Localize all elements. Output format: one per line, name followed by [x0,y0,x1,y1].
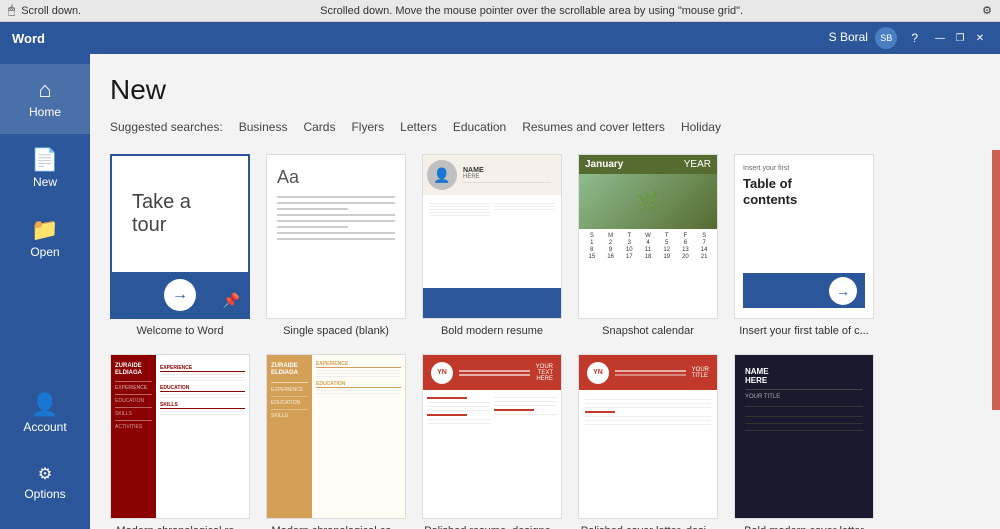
template-label-bold-resume: Bold modern resume [441,324,543,338]
template-card-mcr2[interactable]: ZURAIDEELDIAGA EXPERIENCE EDUCATION SKIL… [266,354,406,529]
scroll-indicator [992,150,1000,410]
filter-tab-flyers[interactable]: Flyers [351,120,384,138]
template-card-polished-resume[interactable]: YN YOURTEXTHERE [422,354,562,529]
template-label-calendar: Snapshot calendar [602,324,694,338]
sidebar: ⌂ Home 📄 New 📁 Open 👤 Account ⚙ Options [0,54,90,529]
cal-image: 🌿 [579,174,717,229]
template-card-bold-resume[interactable]: 👤 NAME HERE [422,154,562,338]
template-label-bold-cover: Bold modern cover letter [744,524,864,529]
template-card-calendar[interactable]: January YEAR 🌿 SMTWTFS 1234567 891011121… [578,154,718,338]
template-card-bold-cover[interactable]: NAME HERE YOUR TITLE Bold modern cover l… [734,354,874,529]
cal-header: January YEAR [579,155,717,174]
filter-tab-suggested[interactable]: Suggested searches: [110,120,223,138]
window-controls: — ❐ ✕ [932,30,988,46]
blank-line-short [277,226,348,228]
template-thumb-bold-resume: 👤 NAME HERE [422,154,562,319]
title-bar-right: S Boral SB ? — ❐ ✕ [829,27,988,49]
template-thumb-polished-cover: YN YOURTITLE [578,354,718,519]
sidebar-item-home[interactable]: ⌂ Home [0,64,90,134]
filter-tab-letters[interactable]: Letters [400,120,437,138]
new-doc-icon: 📄 [31,149,58,171]
templates-grid: Take a tour → 📌 Welcome to Word Aa [110,154,980,529]
template-thumb-toc: Insert your first Table ofcontents → [734,154,874,319]
toc-title: Table ofcontents [743,176,865,207]
app-hint-text: Scroll down. [21,5,81,17]
template-card-tour[interactable]: Take a tour → 📌 Welcome to Word [110,154,250,338]
template-label-polished-cover: Polished cover letter, desi... [581,524,716,529]
filter-tab-business[interactable]: Business [239,120,288,138]
top-controls: ⚙ [982,4,992,17]
toc-bottom: → [743,273,865,308]
filter-tabs: Suggested searches: Business Cards Flyer… [110,120,980,138]
close-button[interactable]: ✕ [972,30,988,46]
content-area[interactable]: New Suggested searches: Business Cards F… [90,54,1000,529]
blank-line [277,232,395,234]
tour-arrow-icon: → [164,279,196,311]
toc-hint-text: Insert your first [743,165,865,172]
user-info: S Boral SB [829,27,898,49]
template-card-toc[interactable]: Insert your first Table ofcontents → Ins… [734,154,874,338]
template-thumb-calendar: January YEAR 🌿 SMTWTFS 1234567 891011121… [578,154,718,319]
title-bar: Word S Boral SB ? — ❐ ✕ [0,22,1000,54]
template-label-mcr1: Modern chronological re... [116,524,243,529]
user-name: S Boral [829,30,868,44]
pr-initials: YN [431,362,453,384]
page-title: New [110,74,980,106]
template-card-polished-cover[interactable]: YN YOURTITLE [578,354,718,529]
help-button[interactable]: ? [907,31,922,45]
sidebar-account-label: Account [23,420,66,434]
notification-bar: 🖱 Scroll down. Scrolled down. Move the m… [0,0,1000,22]
filter-tab-cards[interactable]: Cards [303,120,335,138]
filter-tab-holiday[interactable]: Holiday [681,120,721,138]
restore-button[interactable]: ❐ [952,30,968,46]
filter-tab-resumes[interactable]: Resumes and cover letters [522,120,665,138]
minimize-button[interactable]: — [932,30,948,46]
pin-icon[interactable]: 📌 [223,292,240,309]
template-thumb-blank: Aa [266,154,406,319]
sidebar-options-label: Options [24,487,65,501]
options-icon: ⚙ [38,467,52,483]
template-label-blank: Single spaced (blank) [283,324,389,338]
settings-icon[interactable]: ⚙ [982,4,992,17]
scroll-hint-text: Scrolled down. Move the mouse pointer ov… [81,5,982,17]
template-thumb-mcr2: ZURAIDEELDIAGA EXPERIENCE EDUCATION SKIL… [266,354,406,519]
template-thumb-tour: Take a tour → 📌 [110,154,250,319]
template-thumb-bold-cover: NAME HERE YOUR TITLE [734,354,874,519]
sidebar-item-new[interactable]: 📄 New [0,134,90,204]
sidebar-item-account[interactable]: 👤 Account [0,379,90,449]
template-label-tour: Welcome to Word [136,324,223,338]
template-label-toc: Insert your first table of c... [739,324,869,338]
app-title: Word [12,31,45,46]
account-icon: 👤 [31,394,58,416]
blank-aa: Aa [277,167,395,188]
template-thumb-polished-resume: YN YOURTEXTHERE [422,354,562,519]
blank-line [277,220,395,222]
sidebar-item-options[interactable]: ⚙ Options [0,449,90,519]
scroll-icon: 🖱 [8,3,15,18]
template-thumb-mcr1: ZURAIDEELDIAGA EXPERIENCE EDUCATION SKIL… [110,354,250,519]
home-icon: ⌂ [38,79,51,101]
pr-header: YN YOURTEXTHERE [423,355,561,390]
sidebar-new-label: New [33,175,57,189]
template-card-blank[interactable]: Aa Single spaced (blank) [266,154,406,338]
tour-text: Take a tour [112,156,248,272]
blank-line [277,238,395,240]
template-card-mcr1[interactable]: ZURAIDEELDIAGA EXPERIENCE EDUCATION SKIL… [110,354,250,529]
blank-line [277,202,395,204]
blank-line-short [277,208,348,210]
template-label-mcr2: Modern chronological co... [271,524,400,529]
filter-tab-education[interactable]: Education [453,120,506,138]
main-layout: ⌂ Home 📄 New 📁 Open 👤 Account ⚙ Options … [0,54,1000,529]
sidebar-open-label: Open [30,245,59,259]
cal-grid: SMTWTFS 1234567 891011121314 15161718192… [579,229,717,264]
blank-line [277,196,395,198]
open-icon: 📁 [31,219,58,241]
user-badge: SB [875,27,897,49]
sidebar-item-open[interactable]: 📁 Open [0,204,90,274]
blank-line [277,214,395,216]
sidebar-home-label: Home [29,105,61,119]
template-label-polished-resume: Polished resume, designe... [424,524,560,529]
app-hint: 🖱 Scroll down. [8,3,81,18]
